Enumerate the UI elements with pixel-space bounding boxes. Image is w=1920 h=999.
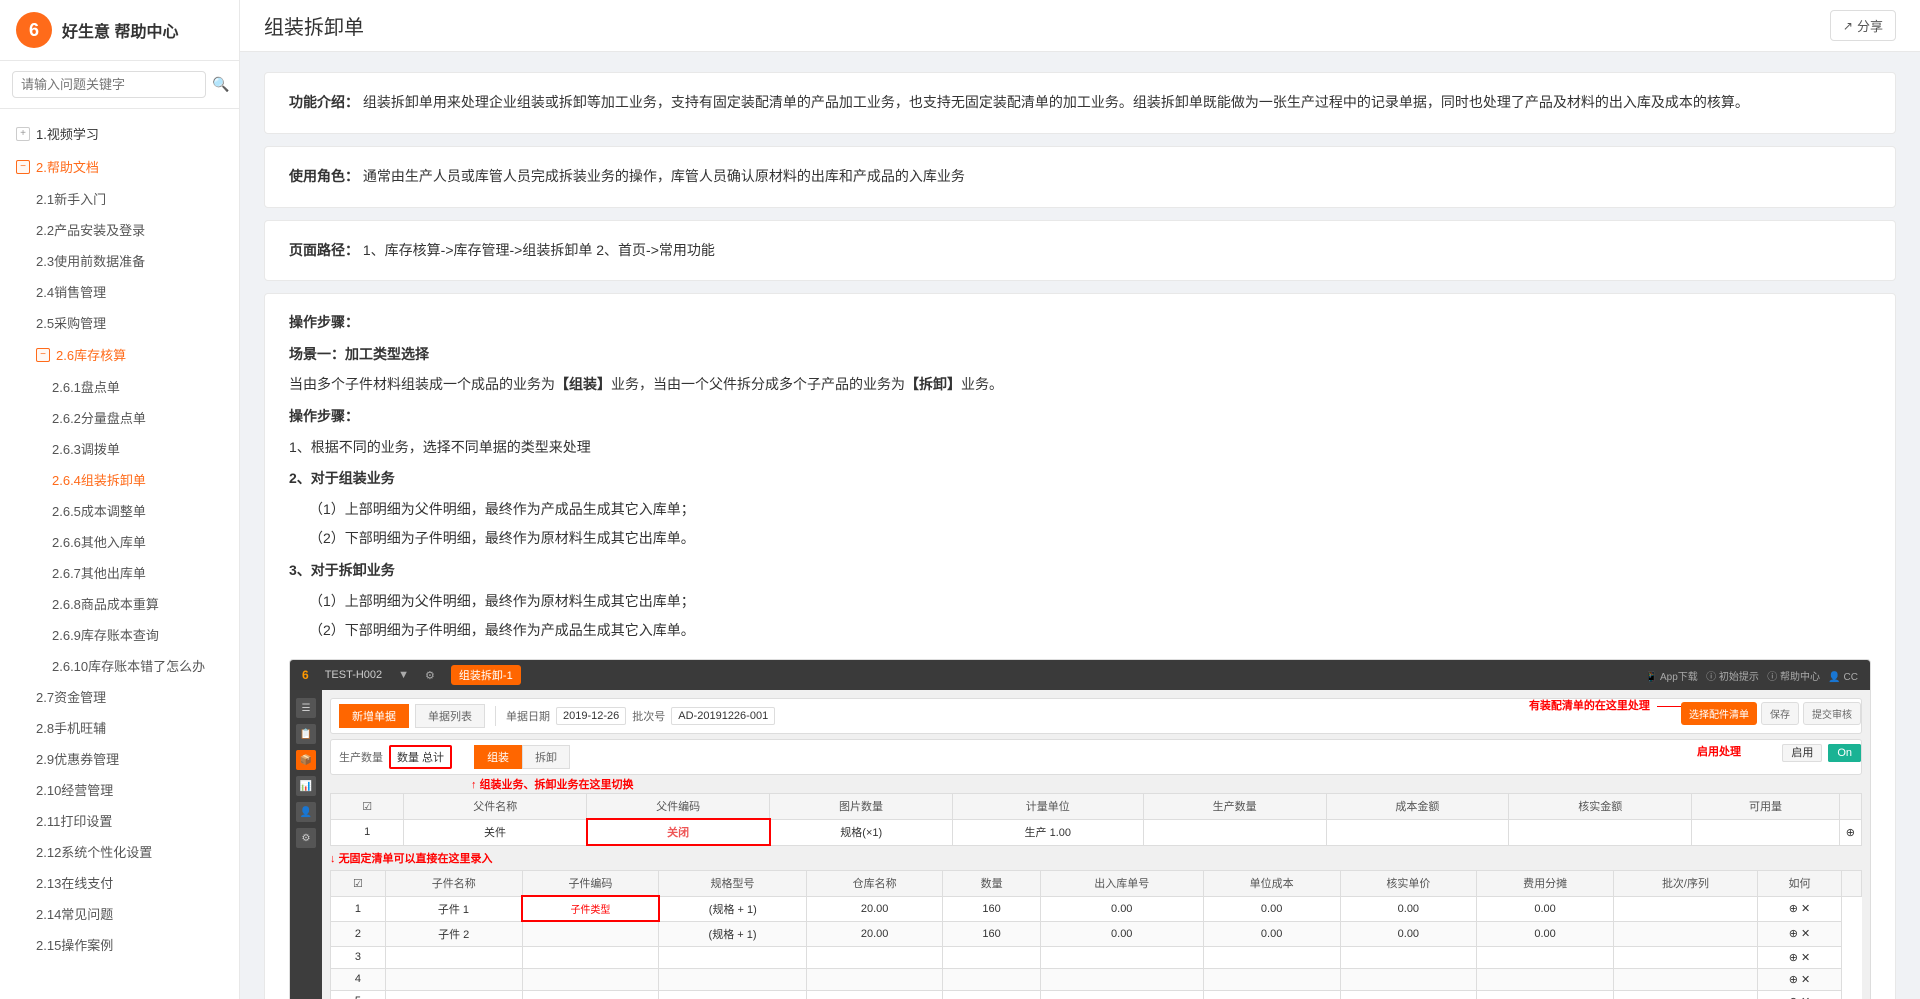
path-text: 1、库存核算->库存管理->组装拆卸单 2、首页->常用功能 [363,242,715,258]
step3: 3、对于拆卸业务 [289,558,1871,583]
scenario1-desc: 当由多个子件材料组装成一个成品的业务为【组装】业务，当由一个父件拆分成多个子产品… [289,372,1871,397]
step2: 2、对于组装业务 [289,466,1871,491]
ss-tab-disassemble[interactable]: 拆卸 [522,745,570,769]
steps-section: 操作步骤： 场景一：加工类型选择 当由多个子件材料组装成一个成品的业务为【组装】… [264,293,1896,999]
search-button[interactable]: 🔍 [212,76,229,93]
content-area: 功能介绍： 组装拆卸单用来处理企业组装或拆卸等加工业务，支持有固定装配清单的产品… [240,52,1920,999]
table-row: 3⊕ ✕ [331,946,1862,968]
ss-date: 2019-12-26 [556,707,626,725]
scenario1-label: 场景一：加工类型选择 [289,344,1871,364]
intro-label: 功能介绍： [289,94,359,110]
role-text: 通常由生产人员或库管人员完成拆装业务的操作，库管人员确认原材料的出库和产成品的入… [363,168,965,184]
sidebar-item-2-6-6[interactable]: 2.6.6其他入库单 [0,526,239,557]
app-name: 好生意 帮助中心 [62,18,178,42]
sidebar-item-2-6-10[interactable]: 2.6.10库存账本错了怎么办 [0,650,239,681]
sidebar-item-2-12[interactable]: 2.12系统个性化设置 [0,836,239,867]
ss-btn-list[interactable]: 单据列表 [415,704,485,728]
collapse-icon-2: − [16,160,30,174]
table-row: 5⊕ ✕ [331,990,1862,999]
sidebar-item-2-6-4[interactable]: 2.6.4组装拆卸单 [0,464,239,495]
ss-topbar-apps: 📱 App下载 ⓘ 初始提示 ⓘ 帮助中心 👤 CC [1645,668,1858,683]
sidebar-item-2-6-1[interactable]: 2.6.1盘点单 [0,371,239,402]
sidebar-item-2-6-8[interactable]: 2.6.8商品成本重算 [0,588,239,619]
sidebar-item-2-1[interactable]: 2.1新手入门 [0,183,239,214]
sidebar-item-2-2[interactable]: 2.2产品安装及登录 [0,214,239,245]
sidebar-item-2-10[interactable]: 2.10经营管理 [0,774,239,805]
step3-1: （1）上部明细为父件明细，最终作为原材料生成其它出库单； [309,589,1871,614]
screenshot-container: 6 TEST-H002 ▼ ⚙ 组装拆卸-1 📱 App下载 ⓘ 初始提示 ⓘ … [289,659,1871,999]
search-input[interactable] [12,71,206,98]
ss-status-btn: 组装拆卸-1 [451,665,521,685]
ss-parent-table: ☑ 父件名称 父件编码 图片数量 计量单位 生产数量 成本金额 核实金额 可用量 [330,793,1862,846]
sidebar-item-2-14[interactable]: 2.14常见问题 [0,898,239,929]
step2-2: （2）下部明细为子件明细，最终作为原材料生成其它出库单。 [309,526,1871,551]
logo-icon: 6 [16,12,52,48]
main-content: 组装拆卸单 ↗ 分享 功能介绍： 组装拆卸单用来处理企业组装或拆卸等加工业务，支… [240,0,1920,999]
sidebar-item-2-7[interactable]: 2.7资金管理 [0,681,239,712]
sidebar: 6 好生意 帮助中心 🔍 + 1.视频学习 − 2.帮助文档 2.1新手入门 2… [0,0,240,999]
search-box: 🔍 [0,61,239,109]
table-row: 4⊕ ✕ [331,968,1862,990]
intro-card: 功能介绍： 组装拆卸单用来处理企业组装或拆卸等加工业务，支持有固定装配清单的产品… [264,72,1896,134]
collapse-icon-2-6: − [36,348,50,362]
sidebar-item-1[interactable]: + 1.视频学习 [0,117,239,150]
ss-tab-assemble[interactable]: 组装 [474,745,522,769]
table-row: 1 子件 1 子件类型 (规格 + 1) 20.00 160 0.00 0.00 [331,896,1862,921]
sidebar-item-2-6-5[interactable]: 2.6.5成本调整单 [0,495,239,526]
ss-topbar-id: TEST-H002 [325,669,382,681]
sidebar-item-2-6-3[interactable]: 2.6.3调拨单 [0,433,239,464]
annotation3: 启用处理 [1697,743,1741,759]
sidebar-item-2-6-2[interactable]: 2.6.2分量盘点单 [0,402,239,433]
intro-text: 组装拆卸单用来处理企业组装或拆卸等加工业务，支持有固定装配清单的产品加工业务，也… [363,94,1749,110]
sidebar-item-2-11[interactable]: 2.11打印设置 [0,805,239,836]
sidebar-item-2-3[interactable]: 2.3使用前数据准备 [0,245,239,276]
ss-child-table: ☑ 子件名称 子件编码 规格型号 仓库名称 数量 出入库单号 单位成本 核实单价 [330,870,1862,999]
sidebar-item-2-6-7[interactable]: 2.6.7其他出库单 [0,557,239,588]
annotation4: ↓ 无固定清单可以直接在这里录入 [330,850,1862,866]
sidebar-item-2-6-9[interactable]: 2.6.9库存账本查询 [0,619,239,650]
sidebar-item-2-9[interactable]: 2.9优惠券管理 [0,743,239,774]
steps-intro: 操作步骤： [289,404,1871,429]
ss-qty: 数量 总计 [389,745,452,769]
path-label: 页面路径： [289,242,359,258]
path-card: 页面路径： 1、库存核算->库存管理->组装拆卸单 2、首页->常用功能 [264,220,1896,282]
share-button[interactable]: ↗ 分享 [1830,10,1896,41]
expand-icon-1: + [16,127,30,141]
sidebar-item-2-8[interactable]: 2.8手机旺辅 [0,712,239,743]
ss-topbar-logo: 6 [302,668,309,682]
role-label: 使用角色： [289,168,359,184]
step1: 1、根据不同的业务，选择不同单据的类型来处理 [289,435,1871,460]
sidebar-item-2[interactable]: − 2.帮助文档 [0,150,239,183]
step2-1: （1）上部明细为父件明细，最终作为产成品生成其它入库单； [309,497,1871,522]
ss-btn-config[interactable]: 选择配件清单 [1681,702,1757,725]
sidebar-item-2-6[interactable]: − 2.6库存核算 [0,338,239,371]
sidebar-item-2-5[interactable]: 2.5采购管理 [0,307,239,338]
top-bar: 组装拆卸单 ↗ 分享 [240,0,1920,52]
table-row: 2 子件 2 (规格 + 1) 20.00 160 0.00 0.00 0.0 [331,921,1862,946]
ss-btn-new[interactable]: 新增单据 [339,704,409,728]
ss-on-toggle[interactable]: On [1828,744,1861,762]
ss-type-tabs: 组装 拆卸 [474,745,570,769]
sidebar-item-2-4[interactable]: 2.4销售管理 [0,276,239,307]
ss-btn-save[interactable]: 保存 [1761,702,1799,725]
ss-batch: AD-20191226-001 [671,707,775,725]
share-icon: ↗ [1843,19,1853,33]
ss-btn-cancel[interactable]: 提交审核 [1803,702,1861,725]
annotation2: ↑ 组装业务、拆卸业务在这里切换 [471,776,634,792]
steps-label: 操作步骤： [289,312,1871,332]
sidebar-item-2-15[interactable]: 2.15操作案例 [0,929,239,960]
sidebar-header: 6 好生意 帮助中心 [0,0,239,61]
sidebar-item-2-13[interactable]: 2.13在线支付 [0,867,239,898]
nav-tree: + 1.视频学习 − 2.帮助文档 2.1新手入门 2.2产品安装及登录 2.3… [0,109,239,999]
role-card: 使用角色： 通常由生产人员或库管人员完成拆装业务的操作，库管人员确认原材料的出库… [264,146,1896,208]
step3-2: （2）下部明细为子件明细，最终作为产成品生成其它入库单。 [309,618,1871,643]
page-title: 组装拆卸单 [264,11,364,40]
table-row: 1 关件 关闭 规格(×1) 生产 1.00 [331,819,1862,845]
ss-enable-toggle[interactable]: 启用 [1782,744,1822,762]
